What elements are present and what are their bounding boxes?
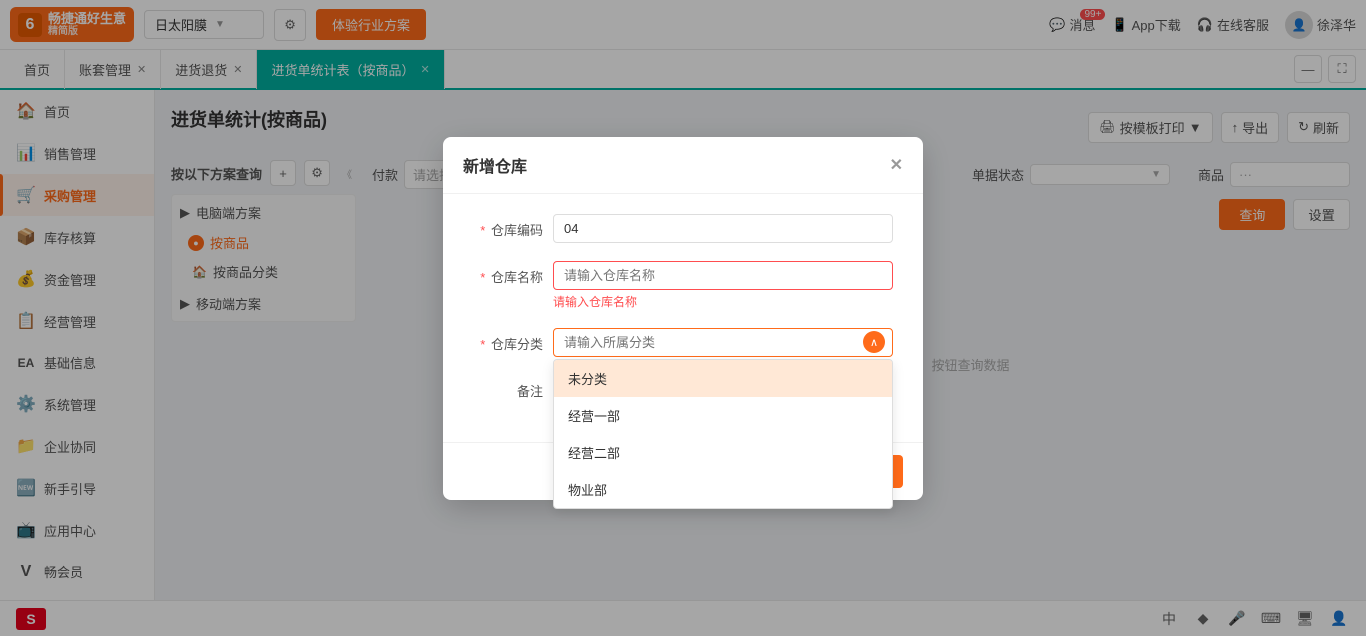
code-label: * 仓库编码 (473, 214, 553, 239)
modal-header: 新增仓库 ✕ (443, 137, 923, 194)
add-warehouse-modal: 新增仓库 ✕ * 仓库编码 * 仓库名称 (443, 137, 923, 500)
modal-close-button[interactable]: ✕ (890, 155, 903, 175)
code-input-wrap (553, 214, 893, 243)
warehouse-name-row: * 仓库名称 请输入仓库名称 (473, 261, 893, 310)
name-error-msg: 请输入仓库名称 (553, 293, 893, 310)
required-star-code: * (480, 223, 485, 238)
warehouse-name-input[interactable] (553, 261, 893, 290)
warehouse-code-input[interactable] (553, 214, 893, 243)
modal-body: * 仓库编码 * 仓库名称 请输入仓库名称 (443, 194, 923, 442)
category-toggle-button[interactable]: ∧ (863, 331, 885, 353)
modal-title: 新增仓库 (463, 153, 527, 177)
modal-overlay[interactable]: 新增仓库 ✕ * 仓库编码 * 仓库名称 (0, 0, 1366, 636)
warehouse-code-row: * 仓库编码 (473, 214, 893, 243)
category-label: * 仓库分类 (473, 328, 553, 353)
required-star-name: * (480, 270, 485, 285)
dropdown-item-property[interactable]: 物业部 (554, 471, 892, 508)
dropdown-item-ops1[interactable]: 经营一部 (554, 397, 892, 434)
warehouse-category-input[interactable] (553, 328, 893, 357)
name-label: * 仓库名称 (473, 261, 553, 286)
dropdown-item-ops2[interactable]: 经营二部 (554, 434, 892, 471)
note-label: 备注 (473, 375, 553, 400)
name-input-wrap: 请输入仓库名称 (553, 261, 893, 310)
category-dropdown: 未分类 经营一部 经营二部 物业部 (553, 359, 893, 509)
dropdown-item-unclassified[interactable]: 未分类 (554, 360, 892, 397)
category-input-container: ∧ (553, 328, 893, 357)
warehouse-category-row: * 仓库分类 ∧ 未分类 经营一部 经营二部 物业部 (473, 328, 893, 357)
category-input-wrap: ∧ 未分类 经营一部 经营二部 物业部 (553, 328, 893, 357)
required-star-category: * (480, 337, 485, 352)
